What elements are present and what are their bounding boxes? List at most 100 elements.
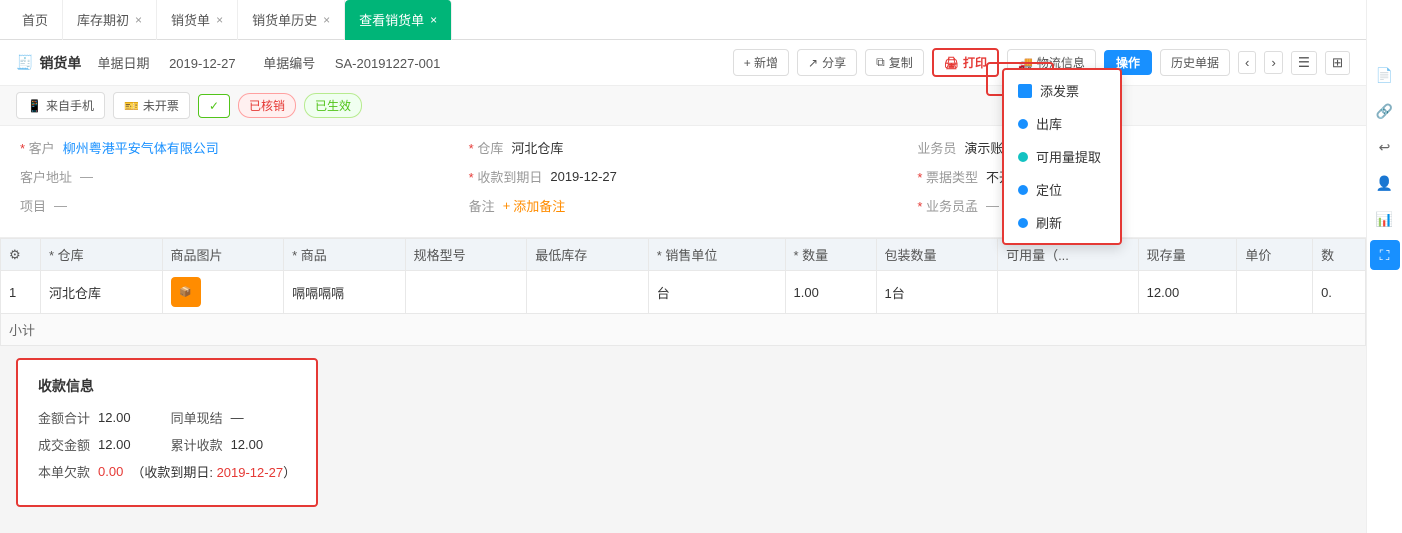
ticket-type-label: 票据类型 [917, 167, 978, 186]
row-available [998, 271, 1139, 314]
not-open-button[interactable]: 🎫 未开票 [113, 92, 190, 119]
staff2-field: 业务员孟 — [917, 196, 1346, 215]
payment-row-2: 成交金额 12.00 累计收款 12.00 [38, 435, 296, 454]
customer-value[interactable]: 柳州粤港平安气体有限公司 [63, 138, 219, 157]
share-button[interactable]: ↗ 分享 [797, 49, 857, 76]
payment-date-field: 收款到期日 2019-12-27 [469, 167, 898, 186]
prev-button[interactable]: ‹ [1238, 51, 1256, 74]
history-button[interactable]: 历史单据 [1160, 49, 1230, 76]
doc-meta: 单据日期 2019-12-27 单据编号 SA-20191227-001 [97, 53, 456, 72]
warehouse-field: 仓库 河北仓库 [469, 138, 898, 157]
outbound-icon [1018, 119, 1028, 129]
ticket-icon: 🎫 [124, 99, 139, 113]
customer-label: 客户 [20, 138, 55, 157]
add-note-button[interactable]: + 添加备注 [503, 196, 566, 215]
dropdown-available[interactable]: 可用量提取 [1004, 140, 1120, 173]
total-item: 金额合计 12.00 [38, 408, 131, 427]
tab-close-sales-history[interactable]: × [323, 13, 330, 27]
col-image: 商品图片 [162, 239, 284, 271]
project-value: — [54, 198, 67, 213]
col-gear: ⚙ [1, 239, 41, 271]
address-label: 客户地址 [20, 167, 72, 186]
cumulative-item: 累计收款 12.00 [171, 435, 264, 454]
dropdown-outbound[interactable]: 出库 [1004, 107, 1120, 140]
col-warehouse: * 仓库 [41, 239, 163, 271]
copy-button[interactable]: ⧉ 复制 [865, 49, 924, 76]
col-spec: 规格型号 [405, 239, 527, 271]
payment-date-value: 2019-12-27 [550, 169, 617, 184]
total-value: 12.00 [98, 410, 131, 425]
dropdown-menu: 添发票 出库 可用量提取 定位 刷新 [1002, 68, 1122, 245]
product-image: 📦 [171, 277, 201, 307]
project-label: 项目 [20, 196, 46, 215]
dropdown-locate[interactable]: 定位 [1004, 173, 1120, 206]
row-product: 嗝嗝嗝嗝 [284, 271, 406, 314]
number-value: SA-20191227-001 [335, 56, 441, 71]
main-content: 🧾 销货单 单据日期 2019-12-27 单据编号 SA-20191227-0… [0, 40, 1366, 533]
col-unit: * 销售单位 [648, 239, 785, 271]
grid1-button[interactable]: ☰ [1291, 51, 1317, 75]
same-order-label: 同单现结 [171, 408, 223, 427]
number-label: 单据编号 [263, 56, 315, 71]
tab-home[interactable]: 首页 [8, 0, 63, 40]
tab-close-view-sales[interactable]: × [430, 13, 437, 27]
date-label: 单据日期 [97, 56, 149, 71]
row-pack: 1台 [876, 271, 998, 314]
sidebar-doc-icon[interactable]: 📄 [1370, 60, 1400, 90]
copy-icon: ⧉ [876, 55, 885, 70]
staff2-value: — [986, 198, 999, 213]
sidebar-chart-icon[interactable]: 📊 [1370, 204, 1400, 234]
row-price [1237, 271, 1313, 314]
grid2-button[interactable]: ⊞ [1325, 51, 1350, 75]
transaction-label: 成交金额 [38, 435, 90, 454]
col-other: 数 [1313, 239, 1366, 271]
tab-inventory-init[interactable]: 库存期初 × [63, 0, 157, 40]
subtotal-cell: 小计 [1, 314, 1366, 346]
dropdown-add-invoice[interactable]: 添发票 [1004, 74, 1120, 107]
staff2-label: 业务员孟 [917, 196, 978, 215]
form-row-3: 项目 — 备注 + 添加备注 业务员孟 — [20, 196, 1346, 215]
due-label: 本单欠款 [38, 462, 90, 481]
payment-section: 收款信息 金额合计 12.00 同单现结 — 成交金额 12.00 [16, 358, 318, 507]
print-button[interactable]: 🖨 打印 [932, 48, 999, 77]
row-quantity: 1.00 [785, 271, 876, 314]
doc-title: 🧾 销货单 [16, 53, 81, 73]
dropdown-refresh[interactable]: 刷新 [1004, 206, 1120, 239]
sidebar-link-icon[interactable]: 🔗 [1370, 96, 1400, 126]
toolbar-row: 📱 来自手机 🎫 未开票 ✓ 已核销 已生效 [0, 86, 1366, 126]
print-icon: 🖨 [944, 56, 959, 70]
staff-label: 业务员 [917, 138, 956, 157]
col-pack: 包装数量 [876, 239, 998, 271]
tab-close-inventory[interactable]: × [135, 13, 142, 27]
subtotal-row: 小计 [1, 314, 1366, 346]
sidebar-return-icon[interactable]: ↩ [1370, 132, 1400, 162]
doc-icon: 🧾 [16, 54, 33, 71]
tab-sales[interactable]: 销货单 × [157, 0, 238, 40]
add-icon: + [503, 198, 511, 213]
tab-close-sales[interactable]: × [216, 13, 223, 27]
new-button[interactable]: + 新增 [733, 49, 789, 76]
warehouse-value: 河北仓库 [511, 138, 563, 157]
sidebar-expand-icon[interactable]: ⛶ [1370, 240, 1400, 270]
sidebar-user-icon[interactable]: 👤 [1370, 168, 1400, 198]
tab-sales-history[interactable]: 销货单历史 × [238, 0, 345, 40]
note-label: 备注 [469, 196, 495, 215]
transaction-value: 12.00 [98, 437, 131, 452]
payment-date-label: 收款到期日 [469, 167, 543, 186]
note-field: 备注 + 添加备注 [469, 196, 898, 215]
available-icon [1018, 152, 1028, 162]
confirm-button[interactable]: ✓ [198, 94, 230, 118]
row-spec [405, 271, 527, 314]
next-button[interactable]: › [1264, 51, 1282, 74]
cumulative-value: 12.00 [231, 437, 264, 452]
col-min-stock: 最低库存 [527, 239, 649, 271]
add-invoice-icon [1018, 84, 1032, 98]
tab-view-sales[interactable]: 查看销货单 × [345, 0, 452, 40]
customer-field: 客户 柳州粤港平安气体有限公司 [20, 138, 449, 157]
sold-badge: 已核销 [238, 93, 296, 118]
payment-row-3: 本单欠款 0.00 （收款到期日: 2019-12-27） [38, 462, 296, 481]
locate-icon [1018, 185, 1028, 195]
address-field: 客户地址 — [20, 167, 449, 186]
from-phone-button[interactable]: 📱 来自手机 [16, 92, 105, 119]
due-item: 本单欠款 0.00 （收款到期日: 2019-12-27） [38, 462, 296, 481]
